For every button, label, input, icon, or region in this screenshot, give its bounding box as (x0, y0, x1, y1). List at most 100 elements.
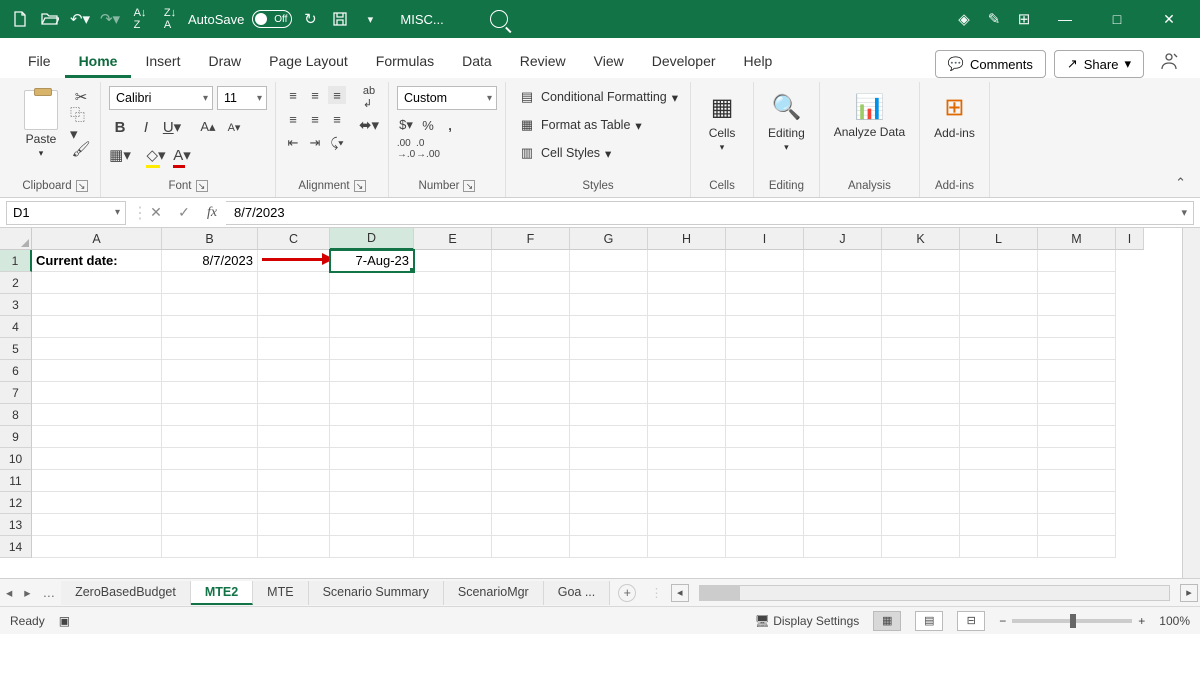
cell[interactable] (492, 382, 570, 404)
cell[interactable] (882, 470, 960, 492)
cell[interactable] (570, 536, 648, 558)
cell[interactable] (162, 316, 258, 338)
page-layout-view-icon[interactable]: ▤ (915, 611, 943, 631)
collapse-ribbon-icon[interactable]: ⌃ (1175, 175, 1186, 191)
cell[interactable] (726, 492, 804, 514)
cell[interactable] (258, 470, 330, 492)
formula-input[interactable]: 8/7/2023 (226, 201, 1194, 225)
row-header[interactable]: 3 (0, 294, 32, 316)
copy-icon[interactable]: ⿻▾ (70, 112, 92, 134)
zoom-level[interactable]: 100% (1159, 614, 1190, 628)
column-header[interactable]: L (960, 228, 1038, 250)
column-header[interactable]: C (258, 228, 330, 250)
cell[interactable] (570, 492, 648, 514)
italic-icon[interactable]: I (135, 116, 157, 138)
font-color-icon[interactable]: A▾ (171, 144, 193, 166)
cell[interactable] (882, 492, 960, 514)
cell[interactable] (648, 470, 726, 492)
insert-function-icon[interactable]: fx (198, 198, 226, 228)
cell[interactable] (726, 514, 804, 536)
vertical-scrollbar[interactable] (1182, 228, 1200, 578)
percent-icon[interactable]: % (419, 116, 437, 134)
cell[interactable] (804, 536, 882, 558)
cell[interactable] (1038, 294, 1116, 316)
cell[interactable] (1038, 536, 1116, 558)
cell[interactable] (570, 338, 648, 360)
cell[interactable] (162, 272, 258, 294)
cell[interactable] (882, 514, 960, 536)
cell[interactable] (960, 272, 1038, 294)
row-header[interactable]: 5 (0, 338, 32, 360)
cell[interactable] (492, 316, 570, 338)
sheet-nav-more[interactable]: … (37, 586, 62, 600)
increase-font-icon[interactable]: A▴ (197, 116, 219, 138)
cell[interactable] (960, 470, 1038, 492)
cell[interactable] (32, 360, 162, 382)
cell[interactable] (726, 272, 804, 294)
column-header[interactable]: I (1116, 228, 1144, 250)
cell[interactable] (258, 316, 330, 338)
cell[interactable] (492, 470, 570, 492)
zoom-out-icon[interactable]: − (999, 614, 1006, 628)
column-header[interactable]: E (414, 228, 492, 250)
addins-button[interactable]: ⊞Add-ins (928, 86, 981, 177)
sort-desc-icon[interactable]: Z↓A (158, 7, 182, 31)
cell[interactable] (162, 382, 258, 404)
cell[interactable] (1038, 382, 1116, 404)
column-header[interactable]: M (1038, 228, 1116, 250)
cell[interactable] (414, 492, 492, 514)
cell[interactable] (32, 316, 162, 338)
cell[interactable] (330, 426, 414, 448)
account-icon[interactable] (1152, 44, 1186, 78)
cell[interactable] (492, 426, 570, 448)
number-launcher[interactable]: ↘ (463, 180, 475, 192)
align-middle-icon[interactable]: ≡ (306, 86, 324, 104)
row-header[interactable]: 8 (0, 404, 32, 426)
cell[interactable] (492, 536, 570, 558)
cell[interactable] (1038, 426, 1116, 448)
cell[interactable] (570, 426, 648, 448)
decrease-indent-icon[interactable]: ⇤ (284, 134, 302, 152)
cell[interactable] (162, 470, 258, 492)
number-format-combo[interactable]: Custom (397, 86, 497, 110)
cell[interactable] (960, 294, 1038, 316)
tab-home[interactable]: Home (65, 45, 132, 78)
sort-asc-icon[interactable]: A↓Z (128, 7, 152, 31)
add-sheet-button[interactable]: + (618, 584, 636, 602)
format-painter-icon[interactable]: 🖌 (70, 138, 92, 160)
cell[interactable] (648, 448, 726, 470)
cell[interactable] (726, 448, 804, 470)
cell[interactable] (414, 316, 492, 338)
sheet-tab[interactable]: ZeroBasedBudget (61, 581, 191, 605)
cell[interactable] (882, 360, 960, 382)
new-file-icon[interactable] (8, 7, 32, 31)
cell[interactable] (1038, 492, 1116, 514)
column-header[interactable]: J (804, 228, 882, 250)
cell[interactable] (804, 272, 882, 294)
cell[interactable] (648, 382, 726, 404)
cell[interactable] (492, 338, 570, 360)
align-center-icon[interactable]: ≡ (306, 110, 324, 128)
cell[interactable] (960, 404, 1038, 426)
cell[interactable] (648, 514, 726, 536)
analyze-data-button[interactable]: 📊Analyze Data (828, 86, 911, 177)
underline-icon[interactable]: U▾ (161, 116, 183, 138)
cell[interactable] (492, 360, 570, 382)
normal-view-icon[interactable]: ▦ (873, 611, 901, 631)
column-header[interactable]: K (882, 228, 960, 250)
cell[interactable] (804, 294, 882, 316)
decrease-font-icon[interactable]: A▾ (223, 116, 245, 138)
cell[interactable] (726, 250, 804, 272)
sheet-tab[interactable]: Scenario Summary (309, 581, 444, 605)
cell[interactable] (1038, 404, 1116, 426)
cell[interactable] (258, 404, 330, 426)
cell[interactable] (162, 360, 258, 382)
sync-icon[interactable]: ↻ (298, 7, 322, 31)
tab-review[interactable]: Review (506, 45, 580, 78)
cell[interactable] (414, 426, 492, 448)
cell[interactable] (960, 492, 1038, 514)
cell[interactable] (330, 338, 414, 360)
cell[interactable] (414, 250, 492, 272)
column-header[interactable]: H (648, 228, 726, 250)
cell[interactable] (1038, 470, 1116, 492)
